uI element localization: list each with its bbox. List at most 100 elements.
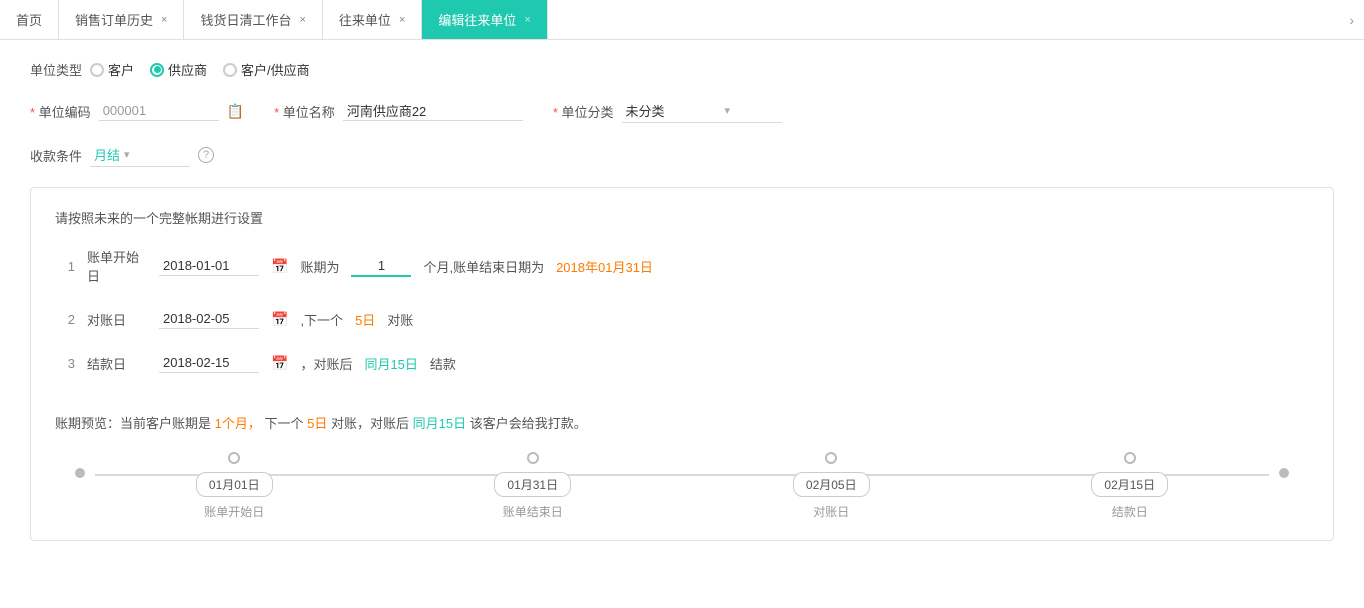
payment-terms-value: 月结	[94, 145, 120, 164]
unit-category-label: 单位分类	[553, 102, 614, 121]
period-row-3: 3 结款日 📅 ，对账后 同月15日 结款	[55, 353, 1309, 373]
period-reconcile-day: 5日	[355, 310, 375, 329]
tab-edit-partner[interactable]: 编辑往来单位 ×	[422, 0, 547, 39]
timeline-badge-4: 02月15日	[1091, 472, 1168, 497]
unit-category-field: 单位分类 未分类 ▾	[553, 99, 782, 123]
timeline-label-1: 账单开始日	[204, 503, 264, 520]
tab-edit-partner-label: 编辑往来单位	[438, 10, 516, 29]
radio-customer-label: 客户	[108, 60, 134, 79]
period-box-title: 请按照未来的一个完整帐期进行设置	[55, 208, 1309, 227]
start-date-calendar-icon[interactable]: 📅	[271, 258, 288, 275]
payment-terms-dropdown[interactable]: 月结 ▾	[90, 143, 190, 167]
unit-category-dropdown[interactable]: 未分类 ▾	[622, 99, 782, 123]
tab-partner-units-label: 往来单位	[339, 10, 391, 29]
timeline-start-dot	[75, 468, 85, 478]
timeline-point-2: 01月31日 账单结束日	[384, 452, 683, 520]
timeline: 01月01日 账单开始日 01月31日 账单结束日 02月05日 对账日	[55, 452, 1309, 520]
period-payment-day: 同月15日	[364, 354, 417, 373]
period-desc-2a: ,下一个	[300, 310, 343, 329]
radio-both-label: 客户/供应商	[241, 60, 310, 79]
tabs-next-arrow[interactable]: ›	[1339, 0, 1364, 39]
preview-highlight-1: 1个月，	[215, 416, 261, 431]
payment-terms-label: 收款条件	[30, 146, 82, 165]
period-num-1: 1	[55, 259, 75, 274]
unit-code-field: 单位编码 📋	[30, 101, 244, 121]
radio-both-circle	[223, 63, 237, 77]
timeline-label-4: 结款日	[1112, 503, 1148, 520]
period-desc-1b: 个月,账单结束日期为	[423, 257, 544, 276]
unit-code-icon[interactable]: 📋	[227, 103, 244, 120]
unit-name-label: 单位名称	[274, 102, 335, 121]
payment-date-calendar-icon[interactable]: 📅	[271, 355, 288, 372]
payment-terms-help-icon[interactable]: ?	[198, 147, 214, 163]
timeline-point-4: 02月15日 结款日	[981, 452, 1280, 520]
preview-text: 账期预览：当前客户账期是 1个月， 下一个 5日 对账，对账后 同月15日 该客…	[55, 413, 1309, 432]
radio-customer[interactable]: 客户	[90, 60, 134, 79]
tab-partner-units[interactable]: 往来单位 ×	[323, 0, 422, 39]
tab-home[interactable]: 首页	[0, 0, 59, 39]
timeline-point-3: 02月05日 对账日	[682, 452, 981, 520]
radio-supplier-label: 供应商	[168, 60, 207, 79]
timeline-badge-2: 01月31日	[494, 472, 571, 497]
period-desc-3a: ，对账后	[300, 354, 352, 373]
timeline-end-circle	[1279, 468, 1289, 478]
period-box: 请按照未来的一个完整帐期进行设置 1 账单开始日 📅 账期为 个月,账单结束日期…	[30, 187, 1334, 541]
unit-name-input[interactable]	[343, 101, 523, 121]
preview-middle-1: 下一个	[265, 416, 304, 431]
period-desc-2b: 对账	[387, 310, 413, 329]
period-num-3: 3	[55, 356, 75, 371]
payment-terms-field: 收款条件 月结 ▾ ?	[30, 143, 214, 167]
tabs-bar: 首页 销售订单历史 × 钱货日清工作台 × 往来单位 × 编辑往来单位 × ›	[0, 0, 1364, 40]
main-content: 单位类型 客户 供应商 客户/供应商 单位编码 📋	[0, 40, 1364, 608]
timeline-badge-3: 02月05日	[793, 472, 870, 497]
unit-code-input[interactable]	[99, 101, 219, 121]
close-partner-units-icon[interactable]: ×	[399, 14, 405, 26]
payment-terms-row: 收款条件 月结 ▾ ?	[30, 143, 1334, 167]
timeline-dot-4	[1124, 452, 1136, 464]
unit-type-radio-group: 客户 供应商 客户/供应商	[90, 60, 310, 79]
period-end-date: 2018年01月31日	[556, 257, 653, 276]
reconcile-date-calendar-icon[interactable]: 📅	[271, 311, 288, 328]
reconcile-date-input[interactable]	[159, 309, 259, 329]
timeline-label-2: 账单结束日	[503, 503, 563, 520]
tab-home-label: 首页	[16, 10, 42, 29]
radio-customer-circle	[90, 63, 104, 77]
unit-info-row: 单位编码 📋 单位名称 单位分类 未分类 ▾	[30, 99, 1334, 123]
unit-category-value: 未分类	[626, 101, 665, 120]
close-sales-history-icon[interactable]: ×	[161, 14, 167, 26]
unit-type-row: 单位类型 客户 供应商 客户/供应商	[30, 60, 1334, 79]
timeline-dot-1	[228, 452, 240, 464]
period-row-1: 1 账单开始日 📅 账期为 个月,账单结束日期为 2018年01月31日	[55, 247, 1309, 285]
period-desc-1a: 账期为	[300, 257, 339, 276]
period-month-input[interactable]	[351, 256, 411, 277]
timeline-dot-3	[825, 452, 837, 464]
tab-sales-history[interactable]: 销售订单历史 ×	[59, 0, 184, 39]
timeline-label-3: 对账日	[813, 503, 849, 520]
period-label-2: 对账日	[87, 310, 147, 329]
timeline-dot-2	[527, 452, 539, 464]
close-cash-workbench-icon[interactable]: ×	[299, 14, 305, 26]
preview-section: 账期预览：当前客户账期是 1个月， 下一个 5日 对账，对账后 同月15日 该客…	[55, 397, 1309, 520]
unit-type-label: 单位类型	[30, 60, 82, 79]
radio-both[interactable]: 客户/供应商	[223, 60, 310, 79]
period-label-3: 结款日	[87, 354, 147, 373]
unit-code-label: 单位编码	[30, 102, 91, 121]
period-desc-3b: 结款	[430, 354, 456, 373]
payment-date-input[interactable]	[159, 353, 259, 373]
tab-sales-history-label: 销售订单历史	[75, 10, 153, 29]
tab-cash-workbench-label: 钱货日清工作台	[200, 10, 291, 29]
timeline-badge-1: 01月01日	[196, 472, 273, 497]
start-date-input[interactable]	[159, 256, 259, 276]
unit-category-arrow-icon: ▾	[725, 104, 731, 117]
timeline-point-1: 01月01日 账单开始日	[85, 452, 384, 520]
period-row-2: 2 对账日 📅 ,下一个 5日 对账	[55, 309, 1309, 329]
preview-suffix: 该客户会给我打款。	[470, 416, 587, 431]
payment-terms-arrow-icon: ▾	[124, 148, 130, 161]
preview-prefix: 账期预览：当前客户账期是	[55, 416, 211, 431]
unit-type-field: 单位类型 客户 供应商 客户/供应商	[30, 60, 310, 79]
close-edit-partner-icon[interactable]: ×	[524, 14, 530, 26]
tab-cash-workbench[interactable]: 钱货日清工作台 ×	[184, 0, 322, 39]
radio-supplier-circle	[150, 63, 164, 77]
timeline-start-circle	[75, 468, 85, 478]
radio-supplier[interactable]: 供应商	[150, 60, 207, 79]
